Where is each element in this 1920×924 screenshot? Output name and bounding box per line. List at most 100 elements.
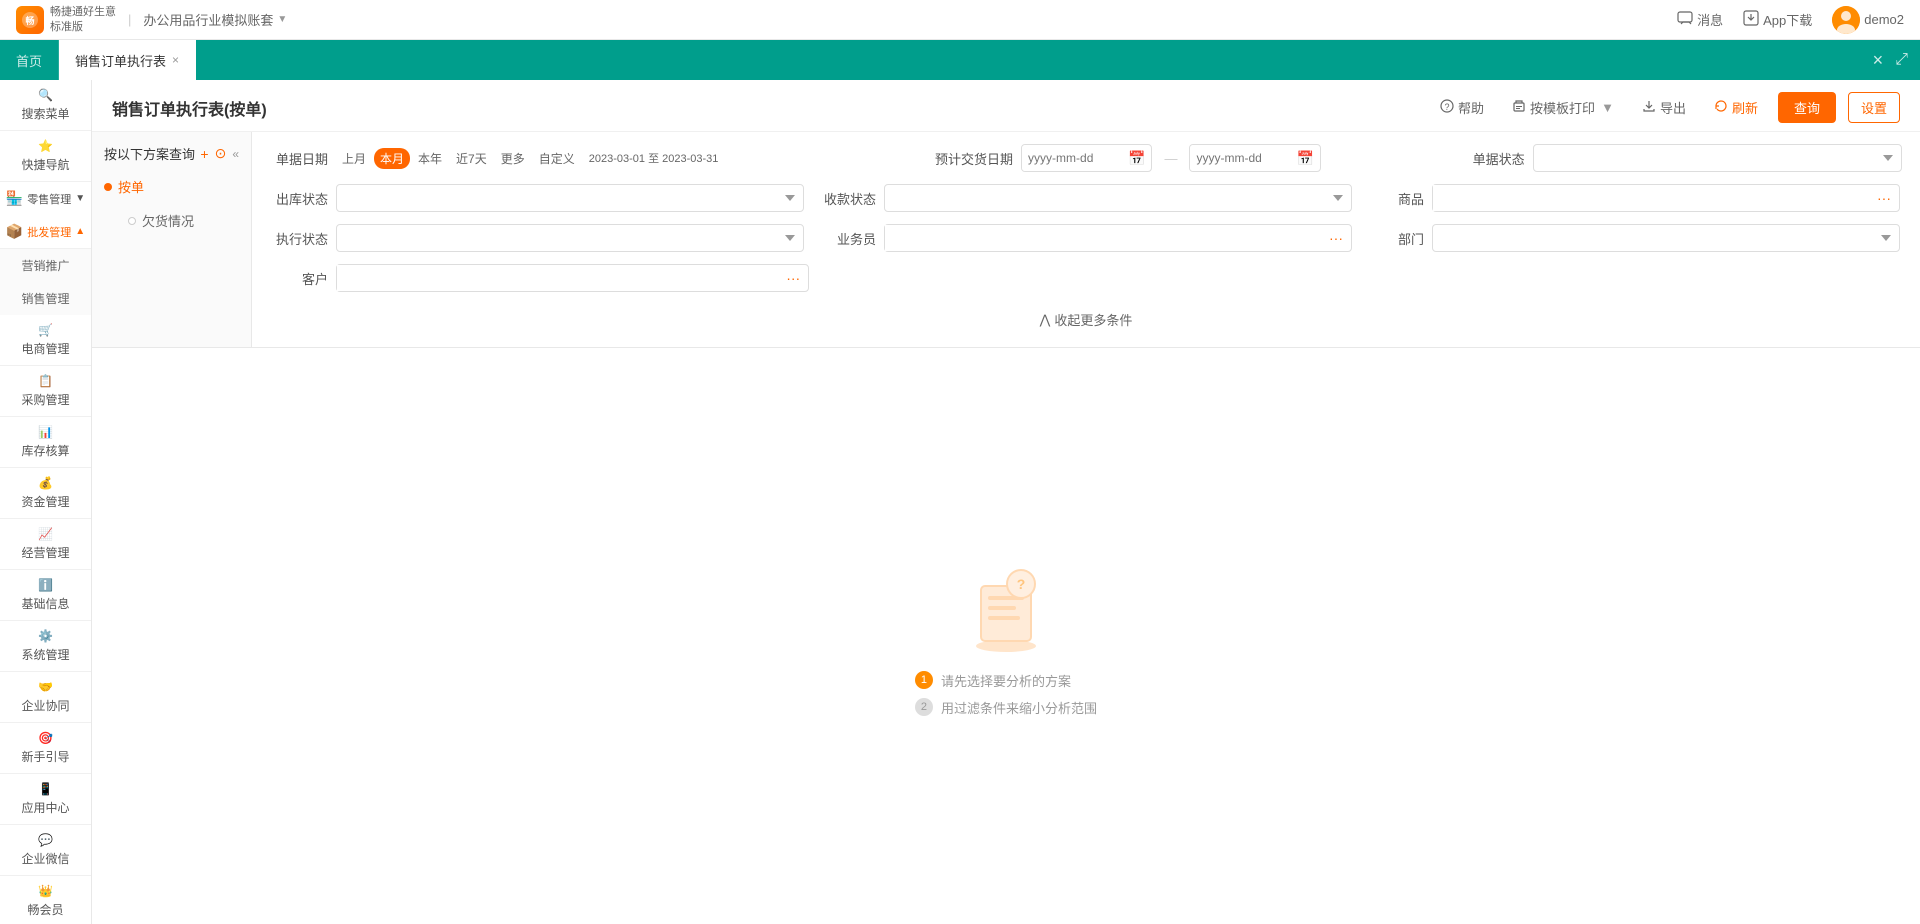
date-shortcut-custom[interactable]: 自定义 (533, 148, 581, 169)
calendar-end-icon[interactable]: 📅 (1290, 150, 1319, 167)
basic-info-icon: ℹ️ (38, 578, 53, 592)
tab-home[interactable]: 首页 (0, 40, 59, 80)
query-button[interactable]: 查询 (1778, 92, 1836, 123)
product-input[interactable] (1433, 185, 1869, 211)
message-icon (1677, 10, 1693, 29)
calendar-start-icon[interactable]: 📅 (1122, 150, 1151, 167)
date-range-sep: — (1160, 151, 1181, 166)
print-button[interactable]: 按模板打印 ▼ (1504, 94, 1622, 121)
sidebar-item-inventory[interactable]: 📊 库存核算 (0, 417, 91, 468)
tab-sales-exec[interactable]: 销售订单执行表 × (59, 40, 196, 80)
finance-icon: 💰 (38, 476, 53, 490)
copy-plan-button[interactable]: ⊙ (215, 145, 227, 162)
svg-text:?: ? (1445, 102, 1450, 112)
date-shortcut-this-year[interactable]: 本年 (412, 148, 448, 169)
add-plan-button[interactable]: + (200, 146, 208, 162)
help-button[interactable]: ? 帮助 (1432, 94, 1492, 121)
page-content: 销售订单执行表(按单) ? 帮助 按模板打印 ▼ (92, 80, 1920, 924)
help-icon: ? (1440, 99, 1454, 116)
exec-status-label: 执行状态 (272, 229, 328, 248)
main-layout: 🔍 搜索菜单 ⭐ 快捷导航 🏪 零售管理 ▼ 📦 批发管理 ▲ 营销推广 (0, 80, 1920, 924)
sidebar-item-enterprise-collab[interactable]: 🤝 企业协同 (0, 672, 91, 723)
sidebar-item-app-center[interactable]: 📱 应用中心 (0, 774, 91, 825)
breadcrumb[interactable]: 办公用品行业模拟账套 ▼ (143, 10, 287, 29)
quick-nav-icon: ⭐ (38, 139, 53, 153)
salesperson-picker-icon[interactable]: ··· (1321, 230, 1351, 246)
retail-icon: 🏪 (6, 190, 23, 207)
payment-status-label: 收款状态 (820, 189, 876, 208)
date-shortcut-more[interactable]: 更多 (495, 148, 531, 169)
system-icon: ⚙️ (38, 629, 53, 643)
filter-plan-sub: 欠货情况 (92, 202, 251, 239)
collapse-sidebar-button[interactable]: « (232, 147, 239, 161)
filter-sidebar-header: 按以下方案查询 + ⊙ « (92, 144, 251, 171)
sidebar-item-finance[interactable]: 💰 资金管理 (0, 468, 91, 519)
filter-row-4: 客户 ··· (272, 264, 1900, 292)
collapse-filter-button[interactable]: ⋀ 收起更多条件 (1024, 304, 1149, 335)
product-picker-icon[interactable]: ··· (1869, 190, 1899, 206)
wholesale-icon: 📦 (6, 223, 23, 240)
sidebar-item-retail[interactable]: 🏪 零售管理 ▼ (0, 182, 91, 215)
date-range-display: 2023-03-01 至 2023-03-31 (589, 150, 719, 166)
avatar (1832, 6, 1860, 34)
dept-select[interactable] (1432, 224, 1900, 252)
sidebar-item-system[interactable]: ⚙️ 系统管理 (0, 621, 91, 672)
date-shortcut-last-month[interactable]: 上月 (336, 148, 372, 169)
filter-plan-order[interactable]: 按单 (92, 171, 251, 202)
wholesale-expand-icon: ▲ (75, 226, 85, 237)
filter-panel: 按以下方案查询 + ⊙ « 按单 欠货情况 (92, 132, 1920, 348)
filter-plan-owe-stock[interactable]: 欠货情况 (116, 206, 251, 235)
sidebar-item-purchase[interactable]: 📋 采购管理 (0, 366, 91, 417)
sidebar-item-member[interactable]: 👑 畅会员 (0, 876, 91, 924)
sidebar-item-wholesale[interactable]: 📦 批发管理 ▲ (0, 215, 91, 248)
sidebar-item-ops[interactable]: 📈 经营管理 (0, 519, 91, 570)
sidebar-item-search-menu[interactable]: 🔍 搜索菜单 (0, 80, 91, 131)
member-icon: 👑 (38, 884, 53, 898)
customer-input[interactable] (337, 265, 778, 291)
sidebar-item-basic-info[interactable]: ℹ️ 基础信息 (0, 570, 91, 621)
wholesale-submenu: 营销推广 销售管理 (0, 248, 91, 315)
sidebar-item-marketing[interactable]: 营销推广 (0, 249, 91, 282)
logo-text: 畅捷通好生意 标准版 (50, 5, 116, 34)
sidebar-item-sales-mgmt[interactable]: 销售管理 (0, 282, 91, 315)
expected-date-start-input[interactable] (1022, 145, 1122, 171)
print-dropdown-icon[interactable]: ▼ (1601, 100, 1614, 115)
inventory-icon: 📊 (38, 425, 53, 439)
header-right: 消息 App下载 demo2 (1677, 6, 1904, 34)
exec-status-select[interactable] (336, 224, 804, 252)
content-area: 销售订单执行表(按单) ? 帮助 按模板打印 ▼ (92, 80, 1920, 924)
salesperson-input[interactable] (885, 225, 1321, 251)
window-expand-icon[interactable]: ⤢ (1895, 51, 1908, 69)
collapse-filter-icon: ⋀ (1040, 312, 1051, 328)
customer-picker-icon[interactable]: ··· (778, 270, 808, 286)
message-button[interactable]: 消息 (1677, 10, 1723, 29)
filter-form: 单据日期 上月 本月 本年 近7天 更多 自定义 2023-03-01 至 20… (252, 132, 1920, 347)
app-center-icon: 📱 (38, 782, 53, 796)
sidebar-item-ecommerce[interactable]: 🛒 电商管理 (0, 315, 91, 366)
sidebar-item-enterprise-wechat[interactable]: 💬 企业微信 (0, 825, 91, 876)
window-close-icon[interactable]: × (1873, 50, 1884, 71)
customer-label: 客户 (272, 269, 328, 288)
refresh-button[interactable]: 刷新 (1706, 94, 1766, 121)
app-download-button[interactable]: App下载 (1743, 10, 1812, 29)
expected-date-start-wrap: 📅 (1021, 144, 1152, 172)
expected-date-end-input[interactable] (1190, 145, 1290, 171)
expected-date-end-wrap: 📅 (1189, 144, 1320, 172)
ship-status-select[interactable]: 未出库 部分出库 完全出库 (336, 184, 804, 212)
filter-row-1: 单据日期 上月 本月 本年 近7天 更多 自定义 2023-03-01 至 20… (272, 144, 1900, 172)
tab-close-icon[interactable]: × (172, 53, 179, 67)
sidebar-item-new-guide[interactable]: 🎯 新手引导 (0, 723, 91, 774)
date-label: 单据日期 (272, 149, 328, 168)
logo-area: 畅 畅捷通好生意 标准版 (16, 5, 116, 34)
payment-status-select[interactable]: 未收款 部分收款 完全收款 (884, 184, 1352, 212)
empty-illustration: ? (956, 556, 1056, 659)
settings-button[interactable]: 设置 (1848, 92, 1900, 123)
export-button[interactable]: 导出 (1634, 94, 1694, 121)
date-shortcut-7days[interactable]: 近7天 (450, 148, 493, 169)
user-menu[interactable]: demo2 (1832, 6, 1904, 34)
empty-tip-1: 1 请先选择要分析的方案 (915, 671, 1097, 690)
date-shortcut-this-month[interactable]: 本月 (374, 148, 410, 169)
sidebar-item-quick-nav[interactable]: ⭐ 快捷导航 (0, 131, 91, 182)
status-select[interactable]: 待审核 已审核 作废 (1533, 144, 1902, 172)
sidebar-section-wholesale: 📦 批发管理 ▲ 营销推广 销售管理 (0, 215, 91, 315)
